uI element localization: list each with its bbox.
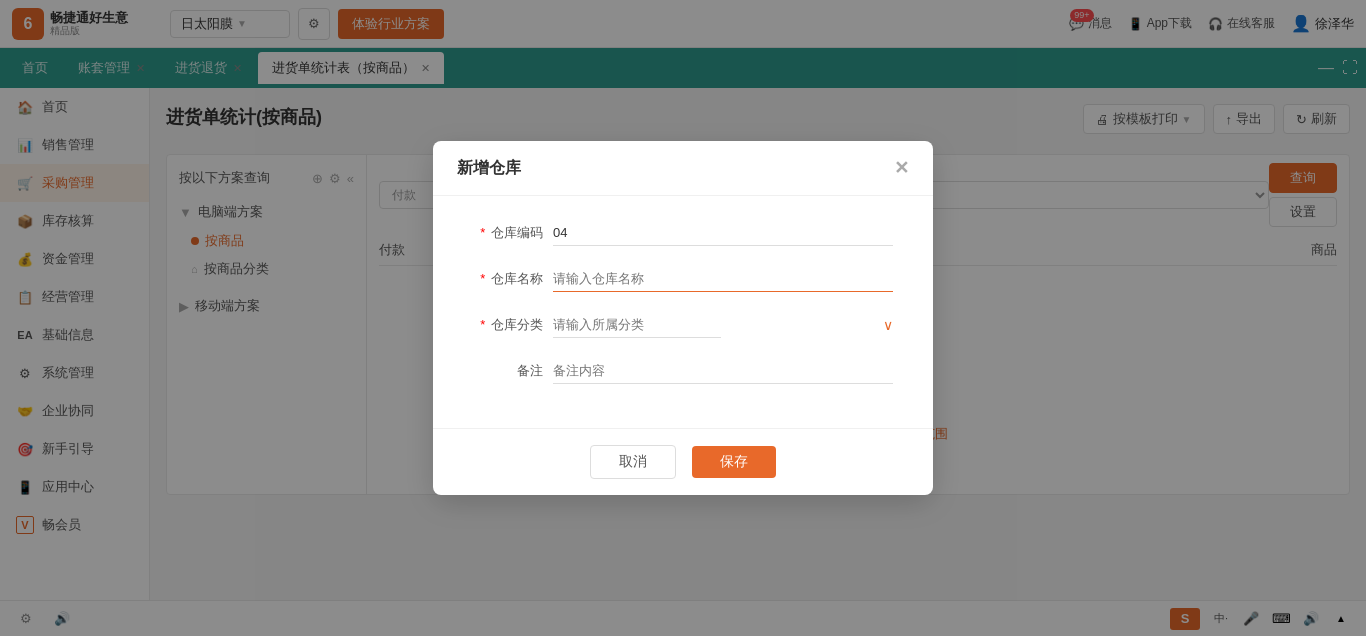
category-input[interactable]	[553, 312, 721, 338]
code-input[interactable]	[553, 220, 893, 246]
form-row-name: * 仓库名称	[473, 266, 893, 292]
modal-overlay: 新增仓库 ✕ * 仓库编码 * 仓库名称	[0, 0, 1366, 636]
category-wrap: ∨	[553, 312, 893, 338]
category-label: * 仓库分类	[473, 316, 553, 334]
modal-close-button[interactable]: ✕	[894, 157, 909, 179]
form-row-code: * 仓库编码	[473, 220, 893, 246]
name-label: * 仓库名称	[473, 270, 553, 288]
modal-footer: 取消 保存	[433, 428, 933, 495]
cancel-button[interactable]: 取消	[590, 445, 676, 479]
new-warehouse-modal: 新增仓库 ✕ * 仓库编码 * 仓库名称	[433, 141, 933, 495]
modal-body: * 仓库编码 * 仓库名称 * 仓库分类	[433, 196, 933, 428]
code-label: * 仓库编码	[473, 224, 553, 242]
name-input[interactable]	[553, 266, 893, 292]
modal-header: 新增仓库 ✕	[433, 141, 933, 196]
modal-title: 新增仓库	[457, 158, 521, 179]
form-row-remark: 备注	[473, 358, 893, 384]
save-button[interactable]: 保存	[692, 446, 776, 478]
remark-label: 备注	[473, 362, 553, 380]
category-dropdown-icon: ∨	[883, 317, 893, 333]
form-row-category: * 仓库分类 ∨	[473, 312, 893, 338]
remark-input[interactable]	[553, 358, 893, 384]
